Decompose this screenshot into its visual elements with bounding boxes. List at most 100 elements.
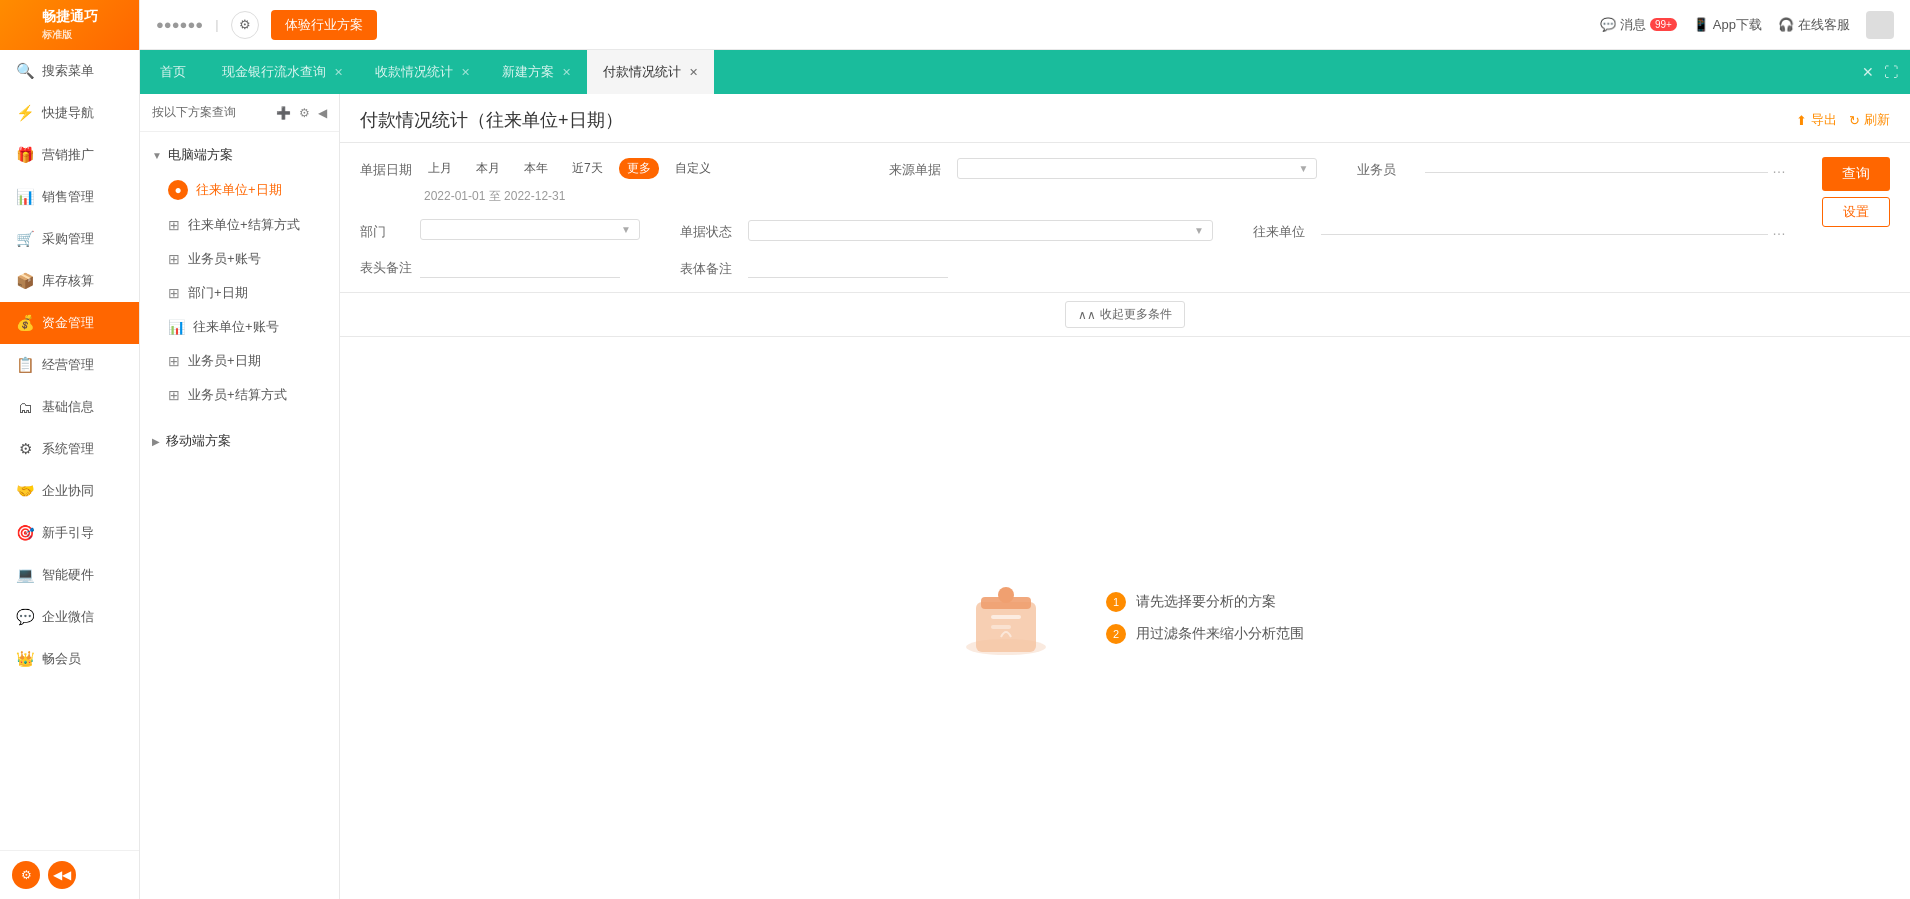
sidebar-item-hardware[interactable]: 💻 智能硬件 — [0, 554, 139, 596]
gear-icon: ⚙ — [16, 440, 34, 458]
export-btn[interactable]: ⬆ 导出 — [1796, 111, 1837, 129]
gift-icon: 🎁 — [16, 146, 34, 164]
partner-input[interactable] — [1321, 226, 1768, 235]
logo-name: 畅捷通巧 — [42, 8, 98, 26]
left-panel-header: 按以下方案查询 ➕ ⚙ ◀ — [140, 94, 339, 132]
tab-receipts[interactable]: 收款情况统计 ✕ — [359, 50, 486, 94]
tab-home[interactable]: 首页 — [140, 50, 206, 94]
tab-close-payment-stats[interactable]: ✕ — [689, 66, 698, 79]
sidebar-item-member[interactable]: 👑 畅会员 — [0, 638, 139, 680]
doc-status-label: 单据状态 — [680, 219, 740, 241]
tab-bank-flow[interactable]: 现金银行流水查询 ✕ — [206, 50, 359, 94]
scheme-item-partner-settle[interactable]: ⊞ 往来单位+结算方式 — [140, 208, 339, 242]
doc-status-arrow-icon: ▼ — [1194, 225, 1204, 236]
refresh-btn[interactable]: ↻ 刷新 — [1849, 111, 1890, 129]
body-note-label: 表体备注 — [680, 256, 740, 278]
tab-payment-stats[interactable]: 付款情况统计 ✕ — [587, 50, 714, 94]
tab-close-new-scheme[interactable]: ✕ — [562, 66, 571, 79]
target-icon: 🎯 — [16, 524, 34, 542]
add-scheme-icon[interactable]: ➕ — [276, 106, 291, 120]
cart-icon: 🛒 — [16, 230, 34, 248]
tip-num-1: 1 — [1106, 592, 1126, 612]
partner-dots-icon[interactable]: … — [1772, 222, 1786, 238]
this-month-option[interactable]: 本月 — [468, 157, 508, 180]
sidebar-item-collab[interactable]: 🤝 企业协同 — [0, 470, 139, 512]
online-service-btn[interactable]: 🎧 在线客服 — [1778, 16, 1850, 34]
sidebar-item-wechat[interactable]: 💬 企业微信 — [0, 596, 139, 638]
salesman-label: 业务员 — [1357, 157, 1417, 179]
header-note-label: 表头备注 — [360, 255, 420, 277]
chart-icon: 📊 — [16, 188, 34, 206]
filter-settings-btn[interactable]: 设置 — [1822, 197, 1890, 227]
more-option[interactable]: 更多 — [619, 158, 659, 179]
scheme-item-partner-acct[interactable]: 📊 往来单位+账号 — [140, 310, 339, 344]
date-filter-content: 上月 本月 本年 近7天 更多 自定义 2022-01-01 至 2022-12… — [420, 157, 849, 205]
source-arrow-icon: ▼ — [1298, 163, 1308, 174]
trial-industry-btn[interactable]: 体验行业方案 — [271, 10, 377, 40]
sidebar-menu: 🔍 搜索菜单 ⚡ 快捷导航 🎁 营销推广 📊 销售管理 🛒 采购管理 📦 库存核… — [0, 50, 139, 850]
settings-bottom-icon[interactable]: ⚙ — [12, 861, 40, 889]
source-select[interactable]: ▼ — [957, 158, 1318, 179]
tab-new-scheme[interactable]: 新建方案 ✕ — [486, 50, 587, 94]
money-icon: 💰 — [16, 314, 34, 332]
last-month-option[interactable]: 上月 — [420, 157, 460, 180]
dept-select[interactable]: ▼ — [420, 219, 640, 240]
collapse-panel-icon[interactable]: ◀ — [318, 106, 327, 120]
app-download-btn[interactable]: 📱 App下载 — [1693, 16, 1762, 34]
sidebar-item-system[interactable]: ⚙ 系统管理 — [0, 428, 139, 470]
pc-scheme-title[interactable]: ▼ 电脑端方案 — [140, 138, 339, 172]
left-panel: 按以下方案查询 ➕ ⚙ ◀ ▼ 电脑端方案 ● 往来单位+日期 ⊞ — [140, 94, 340, 899]
content-area: 按以下方案查询 ➕ ⚙ ◀ ▼ 电脑端方案 ● 往来单位+日期 ⊞ — [140, 94, 1910, 899]
sidebar-item-operations[interactable]: 📋 经营管理 — [0, 344, 139, 386]
sidebar-item-sales[interactable]: 📊 销售管理 — [0, 176, 139, 218]
message-btn[interactable]: 💬 消息 99+ — [1600, 16, 1677, 34]
query-btn[interactable]: 查询 — [1822, 157, 1890, 191]
page-title: 付款情况统计（往来单位+日期） — [360, 108, 623, 132]
empty-illustration — [946, 557, 1066, 680]
collapse-conditions-btn[interactable]: ∧∧ 收起更多条件 — [1065, 301, 1185, 328]
scheme-settings-icon[interactable]: ⚙ — [299, 106, 310, 120]
scheme-item-salesman-acct[interactable]: ⊞ 业务员+账号 — [140, 242, 339, 276]
export-icon: ⬆ — [1796, 113, 1807, 128]
sidebar-item-guide[interactable]: 🎯 新手引导 — [0, 512, 139, 554]
tab-expand-icon[interactable]: ⛶ — [1884, 64, 1898, 80]
body-note-input[interactable] — [748, 255, 948, 278]
date-label: 单据日期 — [360, 157, 420, 179]
header-note-input[interactable] — [420, 255, 620, 278]
sidebar-item-search[interactable]: 🔍 搜索菜单 — [0, 50, 139, 92]
tab-close-receipts[interactable]: ✕ — [461, 66, 470, 79]
collapse-sidebar-icon[interactable]: ◀◀ — [48, 861, 76, 889]
empty-tip-1: 1 请先选择要分析的方案 — [1106, 592, 1304, 612]
salesman-dots-icon[interactable]: … — [1772, 160, 1786, 176]
topbar-settings-btn[interactable]: ⚙ — [231, 11, 259, 39]
tab-close-bank-flow[interactable]: ✕ — [334, 66, 343, 79]
sidebar-item-quicknav[interactable]: ⚡ 快捷导航 — [0, 92, 139, 134]
sidebar-item-inventory[interactable]: 📦 库存核算 — [0, 260, 139, 302]
right-panel: 付款情况统计（往来单位+日期） ⬆ 导出 ↻ 刷新 — [340, 94, 1910, 899]
sidebar-item-marketing[interactable]: 🎁 营销推广 — [0, 134, 139, 176]
scheme-item-partner-date[interactable]: ● 往来单位+日期 — [140, 172, 339, 208]
page-header: 付款情况统计（往来单位+日期） ⬆ 导出 ↻ 刷新 — [340, 94, 1910, 143]
date-range-text: 2022-01-01 至 2022-12-31 — [424, 188, 565, 205]
sidebar-logo: 畅捷通巧 标准版 — [0, 0, 139, 50]
tip-num-2: 2 — [1106, 624, 1126, 644]
empty-state: 1 请先选择要分析的方案 2 用过滤条件来缩小分析范围 — [340, 337, 1910, 899]
scheme-item-salesman-settle[interactable]: ⊞ 业务员+结算方式 — [140, 378, 339, 412]
sidebar-item-finance[interactable]: 💰 资金管理 — [0, 302, 139, 344]
sidebar-item-basic-info[interactable]: 🗂 基础信息 — [0, 386, 139, 428]
scheme-item-salesman-date[interactable]: ⊞ 业务员+日期 — [140, 344, 339, 378]
table-icon-3: ⊞ — [168, 285, 180, 301]
custom-option[interactable]: 自定义 — [667, 157, 719, 180]
salesman-input[interactable] — [1425, 164, 1768, 173]
user-avatar[interactable] — [1866, 11, 1894, 39]
mobile-scheme-title[interactable]: ▶ 移动端方案 — [140, 424, 339, 458]
svg-rect-5 — [991, 625, 1011, 629]
doc-status-select[interactable]: ▼ — [748, 220, 1213, 241]
last-7days-option[interactable]: 近7天 — [564, 157, 611, 180]
this-year-option[interactable]: 本年 — [516, 157, 556, 180]
scheme-item-dept-date[interactable]: ⊞ 部门+日期 — [140, 276, 339, 310]
tab-close-all-icon[interactable]: ✕ — [1862, 64, 1874, 80]
filter-row-2: 部门 ▼ 单据状态 ▼ — [360, 219, 1786, 241]
clipboard-icon: 📋 — [16, 356, 34, 374]
sidebar-item-purchase[interactable]: 🛒 采购管理 — [0, 218, 139, 260]
